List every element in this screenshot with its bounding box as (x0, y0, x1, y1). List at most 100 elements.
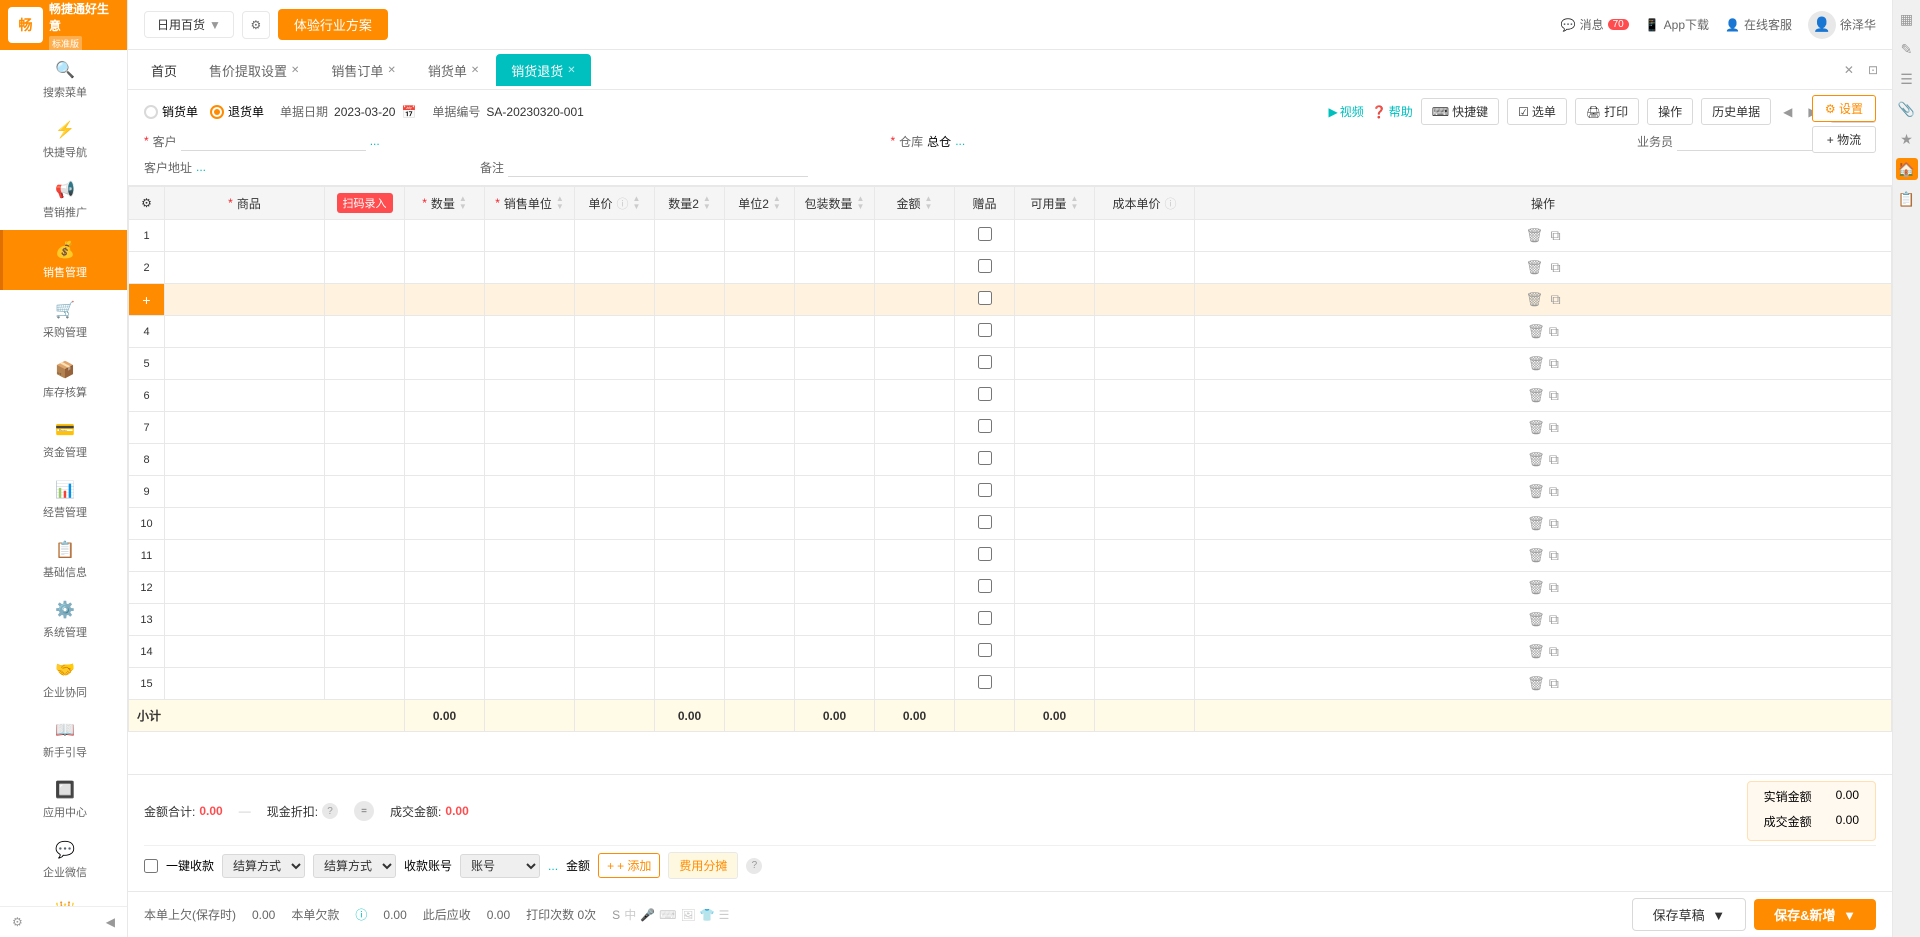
amount-cell-3[interactable] (875, 284, 955, 316)
column-settings-icon[interactable]: ⚙ (141, 196, 152, 210)
right-icon-star[interactable]: ★ (1896, 128, 1918, 150)
save-new-dropdown-icon[interactable]: ▼ (1843, 908, 1856, 923)
gift-checkbox[interactable] (978, 451, 992, 465)
sidebar-item-basic[interactable]: 📋 基础信息 (0, 530, 127, 590)
cost-info-icon[interactable]: ⓘ (1165, 195, 1177, 212)
window-close-button[interactable]: ✕ (1838, 63, 1860, 77)
gift-checkbox[interactable] (978, 323, 992, 337)
add-fee-btn[interactable]: + + 添加 (598, 853, 660, 878)
right-icon-grid[interactable]: ▦ (1896, 8, 1918, 30)
copy-btn[interactable]: ⧉ (1547, 481, 1561, 502)
message-button[interactable]: 💬 消息 70 (1561, 16, 1629, 33)
account-select-btn[interactable]: ... (548, 859, 558, 873)
radio-return[interactable]: 退货单 (210, 103, 264, 120)
tab-home[interactable]: 首页 (136, 54, 192, 86)
calc-method-select[interactable]: 结算方式 (313, 854, 396, 878)
qty-sort[interactable]: ▲▼ (459, 195, 467, 211)
pack-cell-1[interactable] (795, 220, 875, 252)
copy-btn[interactable]: ⧉ (1547, 609, 1561, 630)
unit-cell-1[interactable] (485, 220, 575, 252)
sidebar-item-enterprise[interactable]: 🤝 企业协同 (0, 650, 127, 710)
qty2-sort[interactable]: ▲▼ (703, 195, 711, 211)
qty2-cell-1[interactable] (655, 220, 725, 252)
unit-cell-2[interactable] (485, 252, 575, 284)
delete-btn[interactable]: 🗑 (1525, 353, 1547, 374)
expense-help-icon[interactable]: ? (746, 858, 762, 874)
right-icon-attach[interactable]: 📎 (1896, 98, 1918, 120)
price-cell-3[interactable] (575, 284, 655, 316)
copy-row-3[interactable]: ⧉ (1549, 289, 1563, 310)
prev-btn[interactable]: ◀ (1779, 103, 1796, 121)
select-btn[interactable]: ☑ 选单 (1507, 98, 1567, 125)
qty-cell-1[interactable] (405, 220, 485, 252)
draft-dropdown-icon[interactable]: ▼ (1712, 908, 1725, 923)
qty-cell-3[interactable] (405, 284, 485, 316)
question-icon[interactable]: ? (322, 803, 338, 819)
delete-btn[interactable]: 🗑 (1525, 577, 1547, 598)
gift-checkbox[interactable] (978, 547, 992, 561)
sidebar-item-search[interactable]: 🔍 搜索菜单 (0, 50, 127, 110)
tab-sales-order[interactable]: 销售订单 ✕ (316, 54, 410, 86)
save-new-btn[interactable]: 保存&新增 ▼ (1754, 899, 1876, 930)
sidebar-settings-icon[interactable]: ⚙ (12, 915, 23, 929)
sidebar-item-apps[interactable]: 🔲 应用中心 (0, 770, 127, 830)
gift-checkbox[interactable] (978, 483, 992, 497)
amount-sort[interactable]: ▲▼ (925, 195, 933, 211)
copy-btn[interactable]: ⧉ (1547, 545, 1561, 566)
price-info-icon[interactable]: ⓘ (617, 195, 629, 212)
price-sort[interactable]: ▲▼ (633, 195, 641, 211)
gift-checkbox[interactable] (978, 355, 992, 369)
sidebar-item-finance[interactable]: 💳 资金管理 (0, 410, 127, 470)
delete-btn[interactable]: 🗑 (1525, 673, 1547, 694)
delete-btn[interactable]: 🗑 (1525, 449, 1547, 470)
equals-btn[interactable]: = (354, 801, 374, 821)
gift-checkbox[interactable] (978, 611, 992, 625)
delete-row-1[interactable]: 🗑 (1523, 225, 1545, 246)
copy-btn[interactable]: ⧉ (1547, 577, 1561, 598)
sidebar-collapse-icon[interactable]: ◀ (106, 915, 115, 929)
unit2-cell-3[interactable] (725, 284, 795, 316)
operate-btn[interactable]: 操作 (1647, 98, 1693, 125)
delete-btn[interactable]: 🗑 (1525, 385, 1547, 406)
sidebar-item-wechat[interactable]: 💬 企业微信 (0, 830, 127, 890)
unit2-sort[interactable]: ▲▼ (773, 195, 781, 211)
calendar-icon[interactable]: 📅 (401, 105, 416, 119)
warehouse-select-btn[interactable]: ... (955, 134, 965, 148)
unit2-cell-2[interactable] (725, 252, 795, 284)
account-select[interactable]: 账号 (460, 854, 540, 878)
price-cell-1[interactable] (575, 220, 655, 252)
price-cell-2[interactable] (575, 252, 655, 284)
copy-row-1[interactable]: ⧉ (1549, 225, 1563, 246)
gift-checkbox-2[interactable] (978, 259, 992, 273)
remark-input[interactable] (508, 157, 808, 177)
sidebar-item-sales[interactable]: 💰 销售管理 (0, 230, 127, 290)
delete-btn[interactable]: 🗑 (1525, 481, 1547, 502)
expense-btn[interactable]: 费用分摊 (668, 852, 738, 879)
settings-side-btn[interactable]: ⚙ 设置 (1812, 95, 1876, 122)
copy-btn[interactable]: ⧉ (1547, 353, 1561, 374)
gift-checkbox[interactable] (978, 643, 992, 657)
sidebar-item-marketing[interactable]: 📢 营销推广 (0, 170, 127, 230)
sidebar-item-system[interactable]: ⚙️ 系统管理 (0, 590, 127, 650)
delete-btn[interactable]: 🗑 (1525, 545, 1547, 566)
gift-checkbox[interactable] (978, 579, 992, 593)
gift-checkbox[interactable] (978, 419, 992, 433)
shortcuts-btn[interactable]: ⌨ 快捷键 (1421, 98, 1499, 125)
sidebar-item-purchase[interactable]: 🛒 采购管理 (0, 290, 127, 350)
sidebar-item-newbie[interactable]: 📖 新手引导 (0, 710, 127, 770)
video-btn[interactable]: ▶ 视频 (1329, 103, 1364, 120)
gift-checkbox-3[interactable] (978, 291, 992, 305)
app-download-button[interactable]: 📱 App下载 (1645, 16, 1709, 33)
pack-cell-2[interactable] (795, 252, 875, 284)
unit-sort[interactable]: ▲▼ (556, 195, 564, 211)
tab-price-setting[interactable]: 售价提取设置 ✕ (194, 54, 314, 86)
tab-sales-return[interactable]: 销货退货 ✕ (496, 54, 590, 86)
copy-btn[interactable]: ⧉ (1547, 385, 1561, 406)
delete-btn[interactable]: 🗑 (1525, 609, 1547, 630)
topbar-gear-button[interactable]: ⚙ (242, 11, 270, 39)
sidebar-item-member[interactable]: 👑 畅会员 (0, 890, 127, 906)
qty2-cell-2[interactable] (655, 252, 725, 284)
daily-goods-selector[interactable]: 日用百货 ▼ (144, 11, 234, 38)
add-row-btn[interactable]: + (137, 290, 157, 310)
copy-btn[interactable]: ⧉ (1547, 417, 1561, 438)
